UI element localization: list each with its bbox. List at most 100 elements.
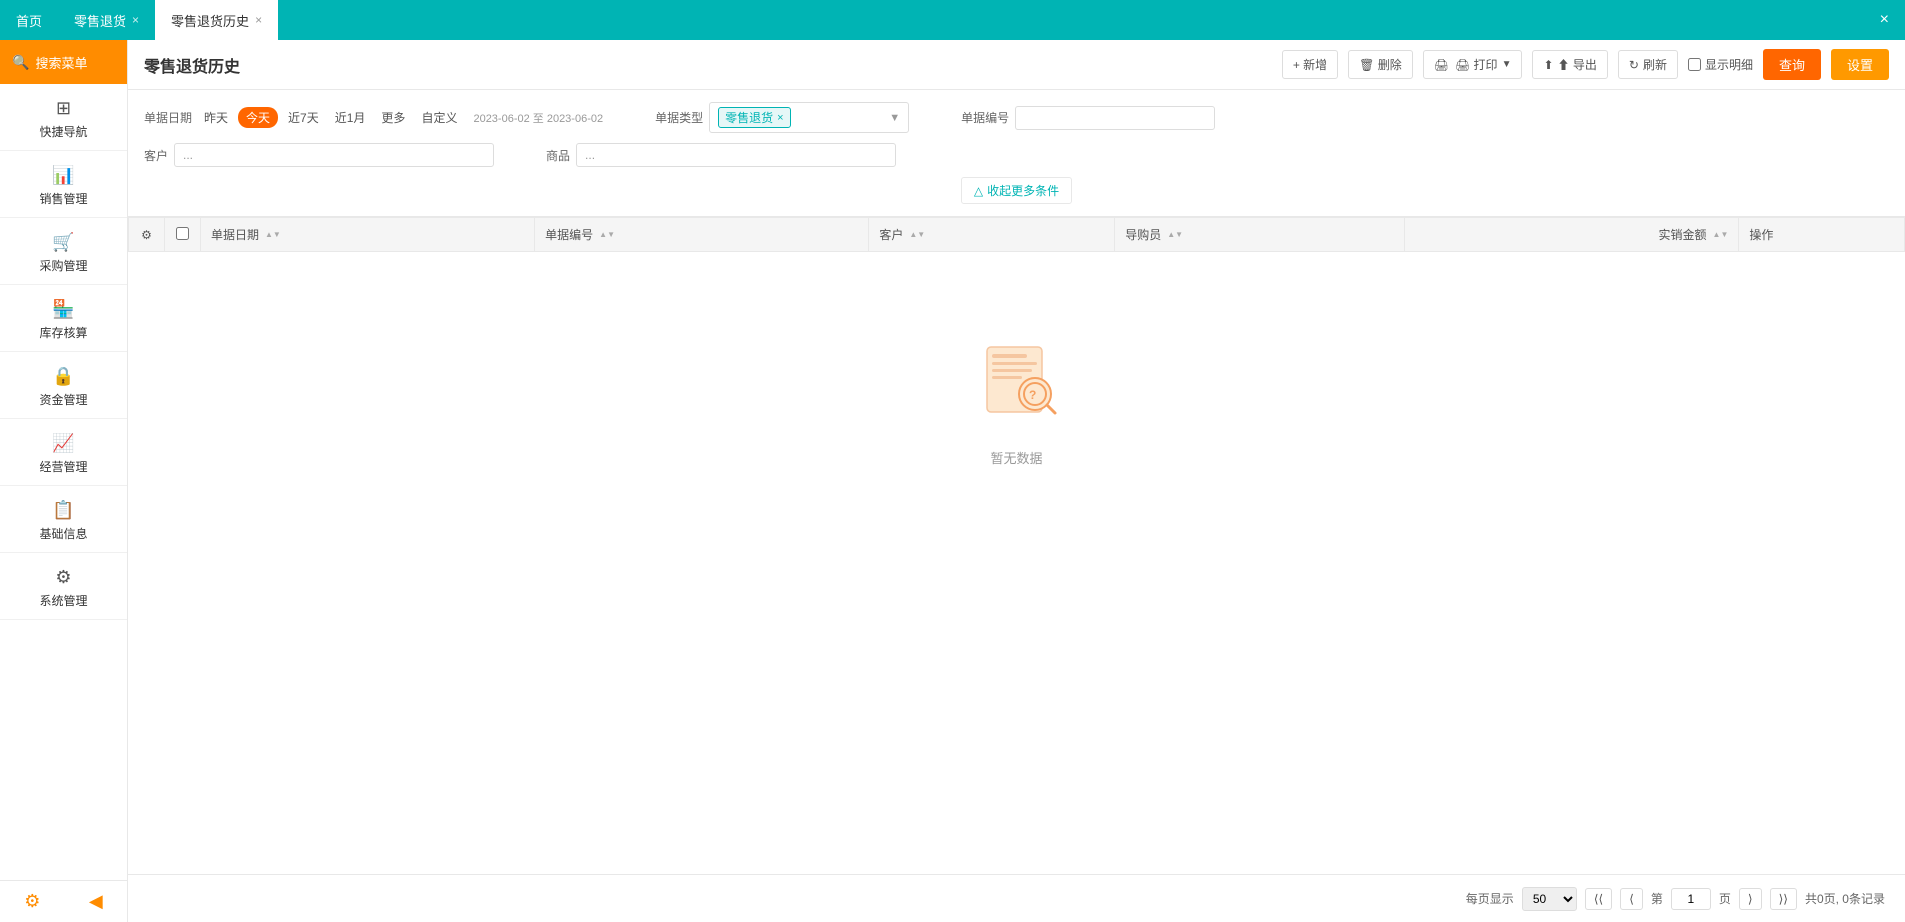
tab-label: 零售退货	[74, 11, 126, 30]
date-btn-yesterday[interactable]: 昨天	[198, 107, 234, 128]
show-detail-input[interactable]	[1688, 58, 1701, 71]
search-icon: 🔍	[12, 54, 29, 71]
date-btn-7days[interactable]: 近7天	[282, 107, 325, 128]
date-btn-custom[interactable]: 自定义	[415, 107, 463, 128]
bill-type-dropdown-icon: ▼	[889, 112, 900, 124]
pagination-bar: 每页显示 50 100 200 ⟨⟨ ⟨ 第 1 页 ⟩ ⟩⟩ 共0页, 0条记…	[128, 874, 1905, 922]
date-btn-today[interactable]: 今天	[238, 107, 278, 128]
page-title: 零售退货历史	[144, 53, 240, 77]
sidebar-search-label: 搜索菜单	[35, 53, 87, 72]
sidebar-item-label: 销售管理	[39, 190, 87, 207]
date-filter: 单据日期 昨天 今天 近7天 近1月 更多 自定义 2023-06-02 至 2…	[144, 107, 603, 128]
prev-page-button[interactable]: ⟨	[1620, 888, 1643, 910]
page-unit: 页	[1719, 890, 1731, 907]
sidebar-item-basic-info[interactable]: 📋 基础信息	[0, 486, 127, 553]
print-icon: 🖨	[1434, 58, 1449, 72]
sidebar-item-quicknav[interactable]: ⊞ 快捷导航	[0, 84, 127, 151]
sort-icon-customer: ▲▼	[909, 230, 925, 239]
date-btn-more[interactable]: 更多	[375, 107, 411, 128]
svg-text:?: ?	[1029, 388, 1036, 402]
table-header-amount[interactable]: 实销金额 ▲▼	[1405, 218, 1739, 252]
sidebar-item-sales[interactable]: 📊 销售管理	[0, 151, 127, 218]
bill-type-label: 单据类型	[655, 109, 703, 126]
first-page-button[interactable]: ⟨⟨	[1585, 888, 1612, 910]
setting-button[interactable]: 设置	[1831, 49, 1889, 80]
sidebar-item-purchase[interactable]: 🛒 采购管理	[0, 218, 127, 285]
sidebar-bottom: ⚙ ◀	[0, 880, 127, 922]
table-header-ops: 操作	[1739, 218, 1905, 252]
sidebar-item-system[interactable]: ⚙ 系统管理	[0, 553, 127, 620]
table-header-date[interactable]: 单据日期 ▲▼	[201, 218, 535, 252]
col-billno-label: 单据编号	[545, 226, 593, 243]
next-page-button[interactable]: ⟩	[1739, 888, 1762, 910]
window-close-button[interactable]: ×	[1864, 0, 1905, 40]
customer-label: 客户	[144, 147, 168, 164]
col-customer-label: 客户	[879, 226, 903, 243]
col-date-label: 单据日期	[211, 226, 259, 243]
tab-close-icon[interactable]: ×	[132, 13, 139, 27]
date-range-display: 2023-06-02 至 2023-06-02	[473, 110, 603, 126]
goods-label: 商品	[546, 147, 570, 164]
operations-icon: 📈	[52, 433, 74, 454]
tab-retail-return-history[interactable]: 零售退货历史 ×	[155, 0, 278, 40]
empty-state-cell: ? 暂无数据	[129, 252, 1905, 548]
table-header-billno[interactable]: 单据编号 ▲▼	[535, 218, 869, 252]
collapse-sidebar-icon[interactable]: ◀	[89, 891, 103, 912]
sort-icon-guide: ▲▼	[1167, 230, 1183, 239]
filter-row-2: 客户 ... 商品 ...	[144, 143, 1889, 167]
collapse-button[interactable]: △ 收起更多条件	[961, 177, 1072, 204]
delete-button[interactable]: 🗑 删除	[1348, 50, 1413, 79]
export-button[interactable]: ⬆ ⬆ 导出	[1532, 50, 1607, 79]
sidebar-item-label: 库存核算	[39, 324, 87, 341]
bill-no-input[interactable]	[1015, 106, 1215, 130]
sidebar-item-label: 采购管理	[39, 257, 87, 274]
sidebar-item-finance[interactable]: 🔒 资金管理	[0, 352, 127, 419]
settings-bottom-icon[interactable]: ⚙	[24, 891, 40, 912]
date-btn-1month[interactable]: 近1月	[329, 107, 372, 128]
new-button[interactable]: + 新增	[1282, 50, 1338, 79]
tab-home[interactable]: 首页	[0, 0, 58, 40]
show-detail-checkbox[interactable]: 显示明细	[1688, 56, 1753, 73]
table-header-customer[interactable]: 客户 ▲▼	[869, 218, 1115, 252]
page-number-input[interactable]: 1	[1671, 888, 1711, 910]
goods-filter: 商品 ...	[546, 143, 896, 167]
query-button[interactable]: 查询	[1763, 49, 1821, 80]
table-header-checkbox[interactable]	[165, 218, 201, 252]
bill-type-tag-close[interactable]: ×	[777, 112, 783, 124]
sort-icon-date: ▲▼	[265, 230, 281, 239]
export-icon: ⬆	[1543, 58, 1553, 72]
print-button[interactable]: 🖨 🖨 打印 ▼	[1423, 50, 1523, 79]
table-header-guide[interactable]: 导购员 ▲▼	[1115, 218, 1405, 252]
basic-info-icon: 📋	[52, 500, 74, 521]
bill-type-selector[interactable]: 零售退货 × ▼	[709, 102, 909, 133]
date-options: 昨天 今天 近7天 近1月 更多 自定义	[198, 107, 463, 128]
purchase-icon: 🛒	[52, 232, 74, 253]
sidebar-item-operations[interactable]: 📈 经营管理	[0, 419, 127, 486]
date-filter-label: 单据日期	[144, 109, 192, 126]
sidebar-item-label: 快捷导航	[39, 123, 87, 140]
collapse-icon: △	[974, 184, 983, 198]
refresh-label: 刷新	[1643, 56, 1667, 73]
tab-label: 零售退货历史	[171, 11, 249, 30]
filter-area: 单据日期 昨天 今天 近7天 近1月 更多 自定义 2023-06-02 至 2…	[128, 90, 1905, 217]
sidebar-item-label: 经营管理	[39, 458, 87, 475]
select-all-checkbox[interactable]	[176, 227, 189, 240]
sort-icon-amount: ▲▼	[1713, 230, 1729, 239]
col-ops-label: 操作	[1749, 228, 1773, 242]
col-amount-label: 实销金额	[1659, 226, 1707, 243]
last-page-button[interactable]: ⟩⟩	[1770, 888, 1797, 910]
tab-retail-return[interactable]: 零售退货 ×	[58, 0, 155, 40]
tab-close-icon[interactable]: ×	[255, 13, 262, 27]
inventory-icon: 🏪	[52, 299, 74, 320]
sidebar-item-inventory[interactable]: 🏪 库存核算	[0, 285, 127, 352]
refresh-button[interactable]: ↻ 刷新	[1618, 50, 1678, 79]
bill-no-filter: 单据编号	[961, 106, 1215, 130]
table-header-settings[interactable]: ⚙	[129, 218, 165, 252]
sales-icon: 📊	[52, 165, 74, 186]
empty-state: ? 暂无数据	[129, 252, 1905, 547]
sidebar-search[interactable]: 🔍 搜索菜单	[0, 40, 127, 84]
bill-no-label: 单据编号	[961, 109, 1009, 126]
customer-input[interactable]: ...	[174, 143, 494, 167]
per-page-select[interactable]: 50 100 200	[1522, 887, 1577, 911]
goods-input[interactable]: ...	[576, 143, 896, 167]
